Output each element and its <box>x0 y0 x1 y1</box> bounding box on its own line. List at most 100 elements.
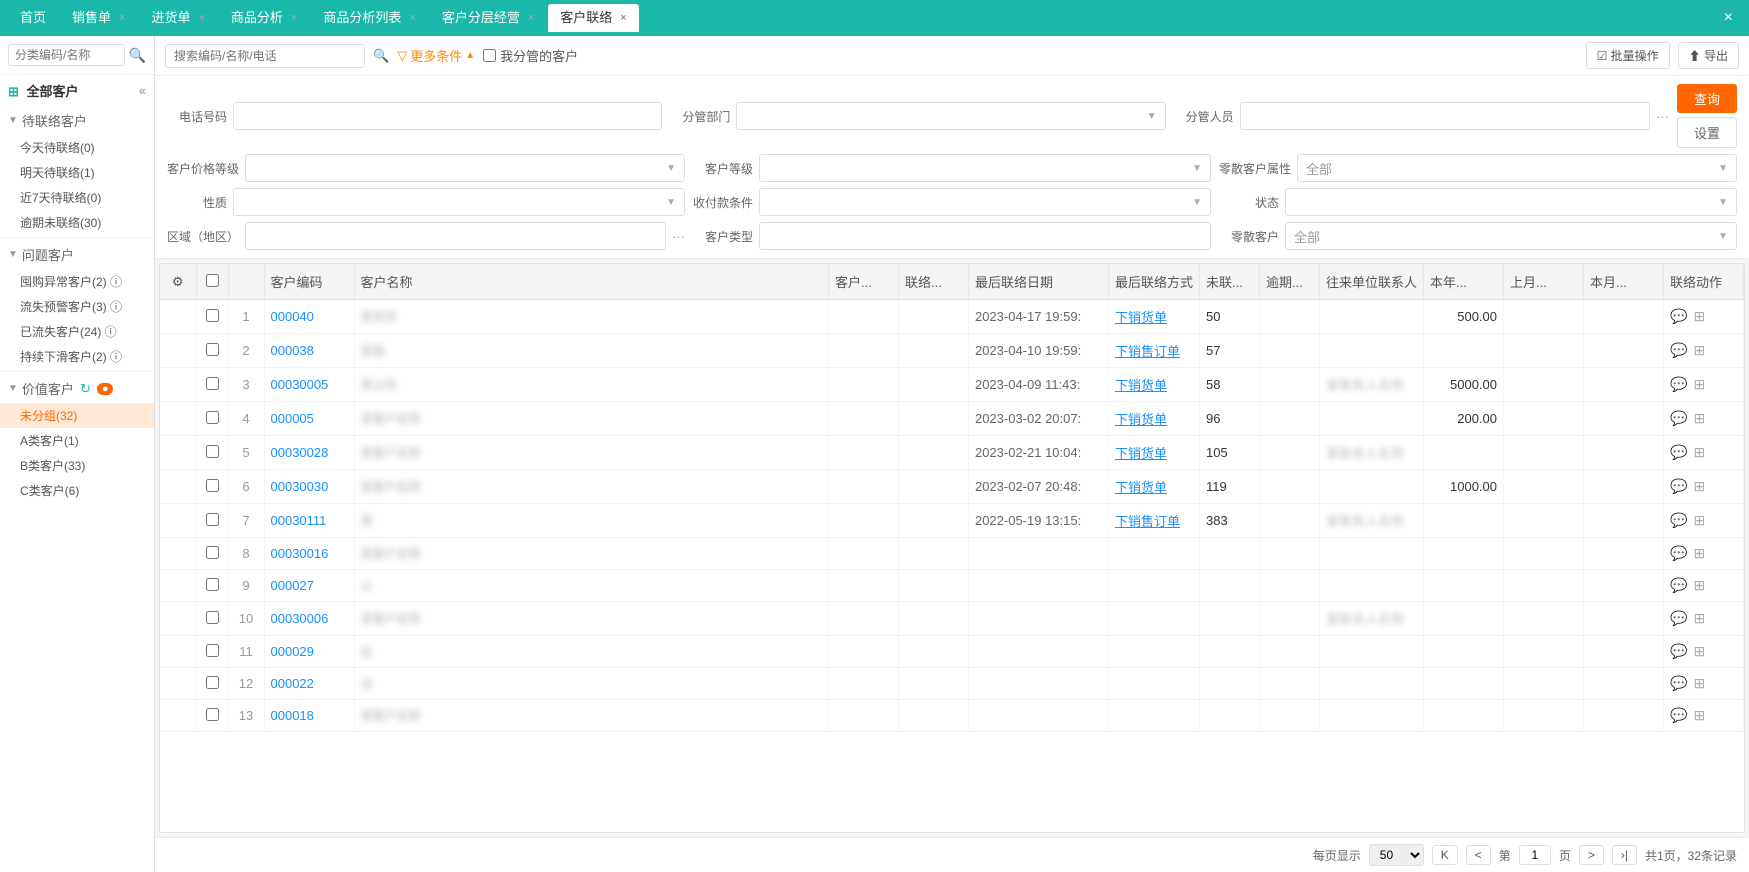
phone-input[interactable] <box>233 102 662 130</box>
close-tab-analysis-icon[interactable]: × <box>291 4 297 32</box>
chat-icon[interactable]: 💬 <box>1670 675 1687 692</box>
row-checkbox[interactable] <box>206 411 219 424</box>
row-checkbox[interactable] <box>206 546 219 559</box>
close-tab-sales-icon[interactable]: × <box>119 4 125 32</box>
chat-icon[interactable]: 💬 <box>1670 577 1687 594</box>
sidebar-item-week-pending[interactable]: 近7天待联络(0) <box>0 185 154 210</box>
grid-icon[interactable]: ⊞ <box>1693 643 1705 660</box>
next-page-button[interactable]: > <box>1579 845 1604 865</box>
chat-icon[interactable]: 💬 <box>1670 410 1687 427</box>
nav-tab-purchase[interactable]: 进货单 × <box>139 4 216 32</box>
sidebar-item-today-pending[interactable]: 今天待联络(0) <box>0 135 154 160</box>
th-overdue[interactable]: 逾期... <box>1259 264 1319 300</box>
retail-attr-select[interactable]: 全部 ▼ <box>1297 154 1737 182</box>
grid-icon[interactable]: ⊞ <box>1693 376 1705 393</box>
grid-icon[interactable]: ⊞ <box>1693 577 1705 594</box>
my-customers-checkbox[interactable] <box>483 49 496 62</box>
grid-icon[interactable]: ⊞ <box>1693 675 1705 692</box>
chat-icon[interactable]: 💬 <box>1670 610 1687 627</box>
sidebar-item-tomorrow-pending[interactable]: 明天待联络(1) <box>0 160 154 185</box>
chat-icon[interactable]: 💬 <box>1670 308 1687 325</box>
select-all-checkbox[interactable] <box>206 274 219 287</box>
reset-button[interactable]: 设置 <box>1677 117 1737 148</box>
first-page-button[interactable]: K <box>1432 845 1458 865</box>
chat-icon[interactable]: 💬 <box>1670 444 1687 461</box>
th-code[interactable]: 客户编码 <box>264 264 354 300</box>
last-page-button[interactable]: ›| <box>1612 845 1637 865</box>
th-last-month[interactable]: 上月... <box>1504 264 1584 300</box>
close-tab-contact-icon[interactable]: × <box>620 4 626 32</box>
row-last-way-link[interactable]: 下销货单 <box>1115 480 1167 495</box>
chat-icon[interactable]: 💬 <box>1670 545 1687 562</box>
sidebar-item-declining[interactable]: 持续下滑客户(2) ⓘ <box>0 344 154 369</box>
sidebar-item-churned[interactable]: 已流失客户(24) ⓘ <box>0 319 154 344</box>
more-conditions-button[interactable]: ▽ 更多条件 ▲ <box>397 46 475 65</box>
grid-icon[interactable]: ⊞ <box>1693 308 1705 325</box>
sidebar-item-class-a[interactable]: A类客户(1) <box>0 428 154 453</box>
row-checkbox[interactable] <box>206 445 219 458</box>
sidebar-item-unclassified[interactable]: 未分组(32) <box>0 403 154 428</box>
sidebar-item-abnormal[interactable]: 囤购异常客户(2) ⓘ <box>0 269 154 294</box>
close-tab-purchase-icon[interactable]: × <box>198 4 204 32</box>
batch-operation-button[interactable]: ☑ 批量操作 <box>1586 42 1670 69</box>
page-number-input[interactable] <box>1519 845 1551 865</box>
customer-level-select[interactable]: ▼ <box>759 154 1211 182</box>
th-action[interactable]: 联络动作 <box>1664 264 1744 300</box>
nav-tab-customer-contact[interactable]: 客户联络 × <box>548 4 638 32</box>
grid-icon[interactable]: ⊞ <box>1693 545 1705 562</box>
chat-icon[interactable]: 💬 <box>1670 707 1687 724</box>
nav-tab-analysis-list[interactable]: 商品分析列表 × <box>311 4 427 32</box>
row-checkbox[interactable] <box>206 309 219 322</box>
filter-search-button[interactable]: 🔍 <box>373 48 389 64</box>
chat-icon[interactable]: 💬 <box>1670 512 1687 529</box>
th-year[interactable]: 本年... <box>1424 264 1504 300</box>
th-contact[interactable]: 联络... <box>898 264 968 300</box>
sidebar-item-churn-warn[interactable]: 流失预警客户(3) ⓘ <box>0 294 154 319</box>
manager-input[interactable] <box>1240 102 1650 130</box>
payment-select[interactable]: ▼ <box>759 188 1211 216</box>
nav-tab-analysis[interactable]: 商品分析 × <box>219 4 309 32</box>
chat-icon[interactable]: 💬 <box>1670 643 1687 660</box>
th-last-way[interactable]: 最后联络方式 <box>1108 264 1199 300</box>
row-last-way-link[interactable]: 下销售订单 <box>1115 514 1180 529</box>
row-checkbox[interactable] <box>206 377 219 390</box>
row-last-way-link[interactable]: 下销货单 <box>1115 446 1167 461</box>
th-type[interactable]: 客户... <box>828 264 898 300</box>
row-last-way-link[interactable]: 下销货单 <box>1115 378 1167 393</box>
grid-icon[interactable]: ⊞ <box>1693 444 1705 461</box>
chat-icon[interactable]: 💬 <box>1670 376 1687 393</box>
row-checkbox[interactable] <box>206 578 219 591</box>
th-pending[interactable]: 未联... <box>1199 264 1259 300</box>
nature-select[interactable]: ▼ <box>233 188 685 216</box>
grid-icon[interactable]: ⊞ <box>1693 512 1705 529</box>
sidebar-all-customers-header[interactable]: ⊞ 全部客户 « <box>0 75 154 106</box>
row-last-way-link[interactable]: 下销货单 <box>1115 412 1167 427</box>
prev-page-button[interactable]: < <box>1466 845 1491 865</box>
sidebar-search-input[interactable] <box>8 44 125 66</box>
sidebar-item-class-b[interactable]: B类客户(33) <box>0 453 154 478</box>
th-gear[interactable]: ⚙ <box>160 264 196 300</box>
grid-icon[interactable]: ⊞ <box>1693 707 1705 724</box>
th-last-date[interactable]: 最后联络日期 <box>968 264 1108 300</box>
sidebar-search-icon[interactable]: 🔍 <box>129 47 146 64</box>
retail-customer-select[interactable]: 全部 ▼ <box>1285 222 1737 250</box>
row-last-way-link[interactable]: 下销货单 <box>1115 310 1167 325</box>
sidebar-item-overdue-pending[interactable]: 逾期未联络(30) <box>0 210 154 235</box>
row-checkbox[interactable] <box>206 513 219 526</box>
row-checkbox[interactable] <box>206 644 219 657</box>
nav-tab-sales[interactable]: 销售单 × <box>60 4 137 32</box>
grid-icon[interactable]: ⊞ <box>1693 342 1705 359</box>
grid-icon[interactable]: ⊞ <box>1693 410 1705 427</box>
row-checkbox[interactable] <box>206 343 219 356</box>
th-partner[interactable]: 往来单位联系人 <box>1319 264 1423 300</box>
grid-icon[interactable]: ⊞ <box>1693 478 1705 495</box>
close-tab-analysis-list-icon[interactable]: × <box>409 4 415 32</box>
price-level-select[interactable]: ▼ <box>245 154 685 182</box>
sidebar-item-class-c[interactable]: C类客户(6) <box>0 478 154 503</box>
close-tab-segment-icon[interactable]: × <box>528 4 534 32</box>
nav-tab-customer-segment[interactable]: 客户分层经营 × <box>430 4 546 32</box>
sidebar-collapse-icon[interactable]: « <box>139 83 146 98</box>
my-customers-checkbox-label[interactable]: 我分管的客户 <box>483 46 578 65</box>
row-checkbox[interactable] <box>206 676 219 689</box>
filter-search-input[interactable] <box>165 44 365 68</box>
